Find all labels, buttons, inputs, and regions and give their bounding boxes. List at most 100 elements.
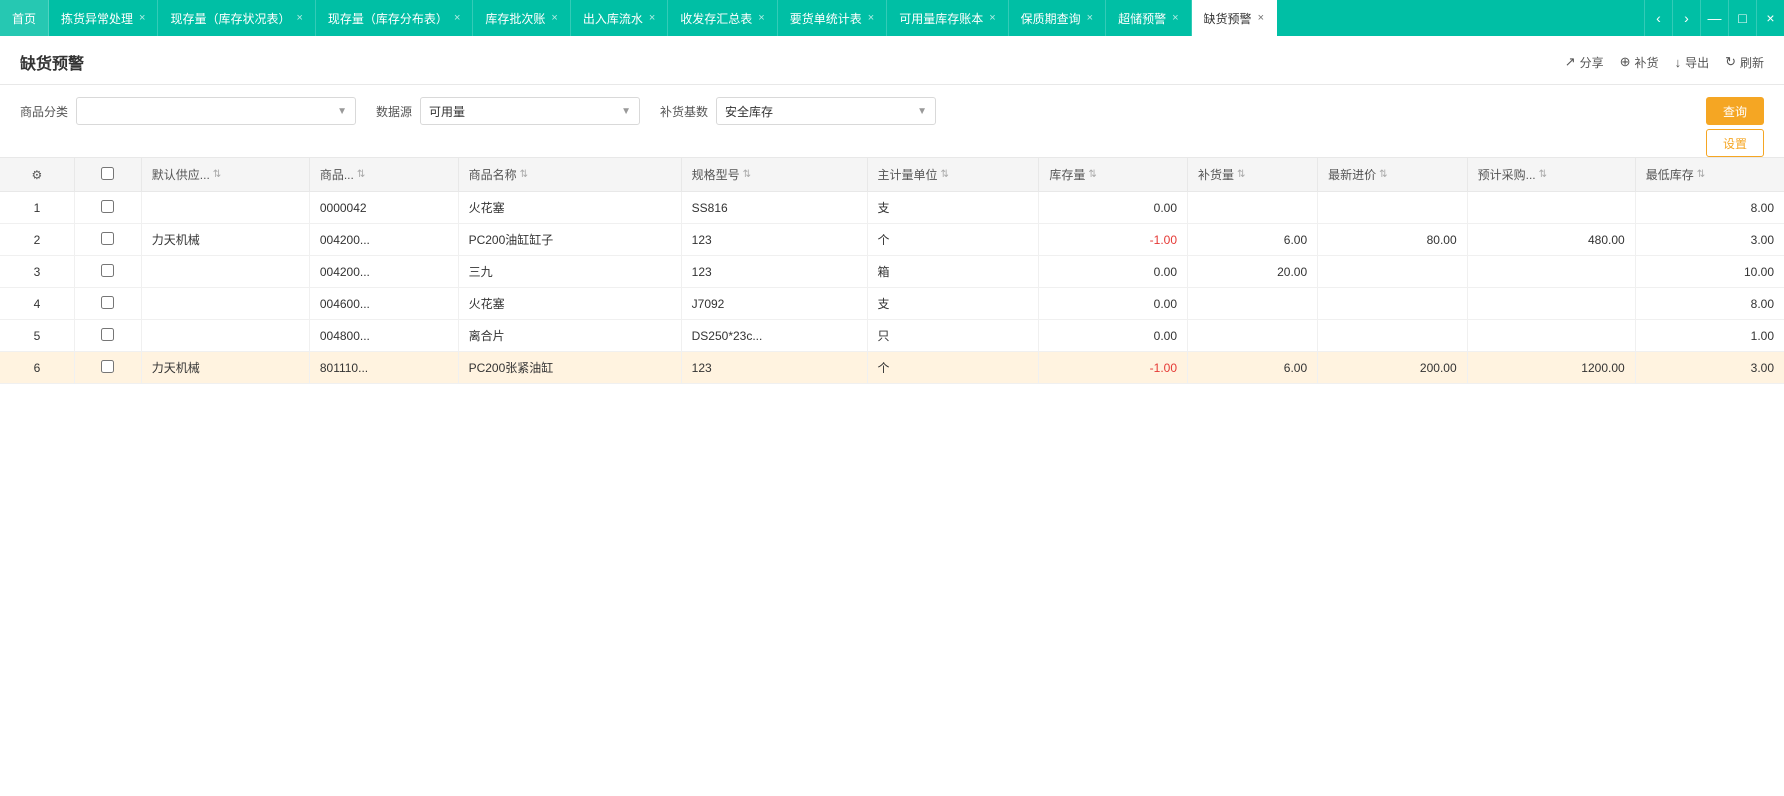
row-checkbox[interactable] bbox=[101, 232, 114, 245]
row-checkbox[interactable] bbox=[101, 264, 114, 277]
tab-nav-buttons: ‹ › — □ × bbox=[1644, 0, 1784, 36]
tab-item-inout-flow[interactable]: 出入库流水× bbox=[571, 0, 668, 36]
tab-item-home[interactable]: 首页 bbox=[0, 0, 49, 36]
tab-label: 现存量（库存状况表） bbox=[170, 10, 290, 27]
row-checkbox[interactable] bbox=[101, 328, 114, 341]
refresh-button[interactable]: ↻ 刷新 bbox=[1725, 54, 1764, 71]
product-category-select[interactable]: ▼ bbox=[76, 97, 356, 125]
tab-close-icon[interactable]: × bbox=[649, 12, 655, 24]
tab-close-icon[interactable]: × bbox=[139, 12, 145, 24]
th-min-stock[interactable]: 最低库存 ⇅ bbox=[1635, 158, 1784, 192]
filter-actions: 查询 设置 bbox=[1706, 97, 1764, 157]
tab-scroll-right[interactable]: › bbox=[1672, 0, 1700, 36]
tab-item-recv-summary[interactable]: 收发存汇总表× bbox=[668, 0, 777, 36]
tab-close-icon[interactable]: × bbox=[296, 12, 302, 24]
tab-item-exception[interactable]: 拣货异常处理× bbox=[49, 0, 158, 36]
tab-close-icon[interactable]: × bbox=[868, 12, 874, 24]
replenish-icon: ⊕ bbox=[1620, 54, 1631, 70]
row-spec: 123 bbox=[681, 256, 867, 288]
row-code: 801110... bbox=[309, 352, 458, 384]
tab-close-icon[interactable]: × bbox=[1087, 12, 1093, 24]
row-index: 3 bbox=[0, 256, 74, 288]
replenish-button[interactable]: ⊕ 补货 bbox=[1620, 54, 1659, 71]
th-checkbox-col[interactable] bbox=[74, 158, 141, 192]
row-checkbox[interactable] bbox=[101, 296, 114, 309]
data-source-label: 数据源 bbox=[376, 103, 412, 120]
data-source-select[interactable]: 可用量 ▼ bbox=[420, 97, 640, 125]
supplier-sort-icon: ⇅ bbox=[213, 169, 221, 180]
row-checkbox-cell[interactable] bbox=[74, 224, 141, 256]
latest-price-col-label: 最新进价 bbox=[1328, 166, 1376, 183]
th-latest-price[interactable]: 最新进价 ⇅ bbox=[1318, 158, 1467, 192]
query-button[interactable]: 查询 bbox=[1706, 97, 1764, 125]
replenish-basis-select[interactable]: 安全库存 ▼ bbox=[716, 97, 936, 125]
row-checkbox-cell[interactable] bbox=[74, 256, 141, 288]
tab-close-icon[interactable]: × bbox=[1172, 12, 1178, 24]
row-checkbox-cell[interactable] bbox=[74, 352, 141, 384]
tab-label: 首页 bbox=[12, 10, 36, 27]
tab-scroll-left[interactable]: ‹ bbox=[1644, 0, 1672, 36]
tab-close-icon[interactable]: × bbox=[989, 12, 995, 24]
window-close[interactable]: × bbox=[1756, 0, 1784, 36]
unit-sort-icon: ⇅ bbox=[941, 169, 949, 180]
row-checkbox[interactable] bbox=[101, 360, 114, 373]
window-minimize[interactable]: — bbox=[1700, 0, 1728, 36]
tab-item-batch-account[interactable]: 库存批次账 × bbox=[473, 0, 570, 36]
settings-button[interactable]: 设置 bbox=[1706, 129, 1764, 157]
row-stock: 0.00 bbox=[1039, 192, 1188, 224]
tab-item-order-stats[interactable]: 要货单统计表× bbox=[778, 0, 887, 36]
est-purchase-sort-icon: ⇅ bbox=[1539, 169, 1547, 180]
export-icon: ↓ bbox=[1675, 55, 1682, 70]
row-index: 6 bbox=[0, 352, 74, 384]
tab-item-available-ledger[interactable]: 可用量库存账本× bbox=[887, 0, 1008, 36]
row-checkbox-cell[interactable] bbox=[74, 320, 141, 352]
th-spec[interactable]: 规格型号 ⇅ bbox=[681, 158, 867, 192]
page-content: 缺货预警 ↗ 分享 ⊕ 补货 ↓ 导出 ↻ 刷新 商品分类 bbox=[0, 36, 1784, 796]
tab-item-expiry-query[interactable]: 保质期查询× bbox=[1009, 0, 1106, 36]
th-unit[interactable]: 主计量单位 ⇅ bbox=[867, 158, 1039, 192]
tab-label: 现存量（库存分布表） bbox=[328, 10, 448, 27]
window-maximize[interactable]: □ bbox=[1728, 0, 1756, 36]
th-name[interactable]: 商品名称 ⇅ bbox=[458, 158, 681, 192]
row-checkbox[interactable] bbox=[101, 200, 114, 213]
th-gear-col[interactable]: ⚙ bbox=[0, 158, 74, 192]
select-all-checkbox[interactable] bbox=[101, 167, 114, 180]
row-name: 三九 bbox=[458, 256, 681, 288]
table-row: 4 004600... 火花塞 J7092 支 0.00 8.00 bbox=[0, 288, 1784, 320]
tab-close-icon[interactable]: × bbox=[551, 12, 557, 24]
row-latest-price bbox=[1318, 256, 1467, 288]
row-checkbox-cell[interactable] bbox=[74, 192, 141, 224]
row-est-purchase bbox=[1467, 256, 1635, 288]
table-header-row: ⚙ 默认供应... ⇅ 商品... bbox=[0, 158, 1784, 192]
row-spec: DS250*23c... bbox=[681, 320, 867, 352]
th-stock[interactable]: 库存量 ⇅ bbox=[1039, 158, 1188, 192]
product-category-label: 商品分类 bbox=[20, 103, 68, 120]
tab-close-icon[interactable]: × bbox=[1258, 12, 1264, 24]
th-est-purchase[interactable]: 预计采购... ⇅ bbox=[1467, 158, 1635, 192]
tab-label: 库存批次账 bbox=[485, 10, 545, 27]
row-min-stock: 8.00 bbox=[1635, 192, 1784, 224]
tab-item-inventory-status[interactable]: 现存量（库存状况表） × bbox=[158, 0, 315, 36]
row-replenish bbox=[1188, 192, 1318, 224]
th-replenish[interactable]: 补货量 ⇅ bbox=[1188, 158, 1318, 192]
row-unit: 个 bbox=[867, 352, 1039, 384]
row-spec: SS816 bbox=[681, 192, 867, 224]
tab-label: 缺货预警 bbox=[1204, 10, 1252, 27]
th-code[interactable]: 商品... ⇅ bbox=[309, 158, 458, 192]
row-latest-price: 200.00 bbox=[1318, 352, 1467, 384]
tab-close-icon[interactable]: × bbox=[758, 12, 764, 24]
row-spec: 123 bbox=[681, 224, 867, 256]
share-button[interactable]: ↗ 分享 bbox=[1565, 54, 1604, 71]
row-unit: 只 bbox=[867, 320, 1039, 352]
tab-item-overstock-warning[interactable]: 超储预警× bbox=[1106, 0, 1191, 36]
export-button[interactable]: ↓ 导出 bbox=[1675, 54, 1710, 71]
tab-item-inventory-dist[interactable]: 现存量（库存分布表） × bbox=[316, 0, 473, 36]
tab-close-icon[interactable]: × bbox=[454, 12, 460, 24]
row-replenish: 6.00 bbox=[1188, 352, 1318, 384]
row-checkbox-cell[interactable] bbox=[74, 288, 141, 320]
tab-item-shortage-warning[interactable]: 缺货预警 × bbox=[1192, 0, 1277, 36]
row-min-stock: 8.00 bbox=[1635, 288, 1784, 320]
row-index: 2 bbox=[0, 224, 74, 256]
replenish-col-label: 补货量 bbox=[1198, 166, 1234, 183]
th-supplier[interactable]: 默认供应... ⇅ bbox=[141, 158, 309, 192]
